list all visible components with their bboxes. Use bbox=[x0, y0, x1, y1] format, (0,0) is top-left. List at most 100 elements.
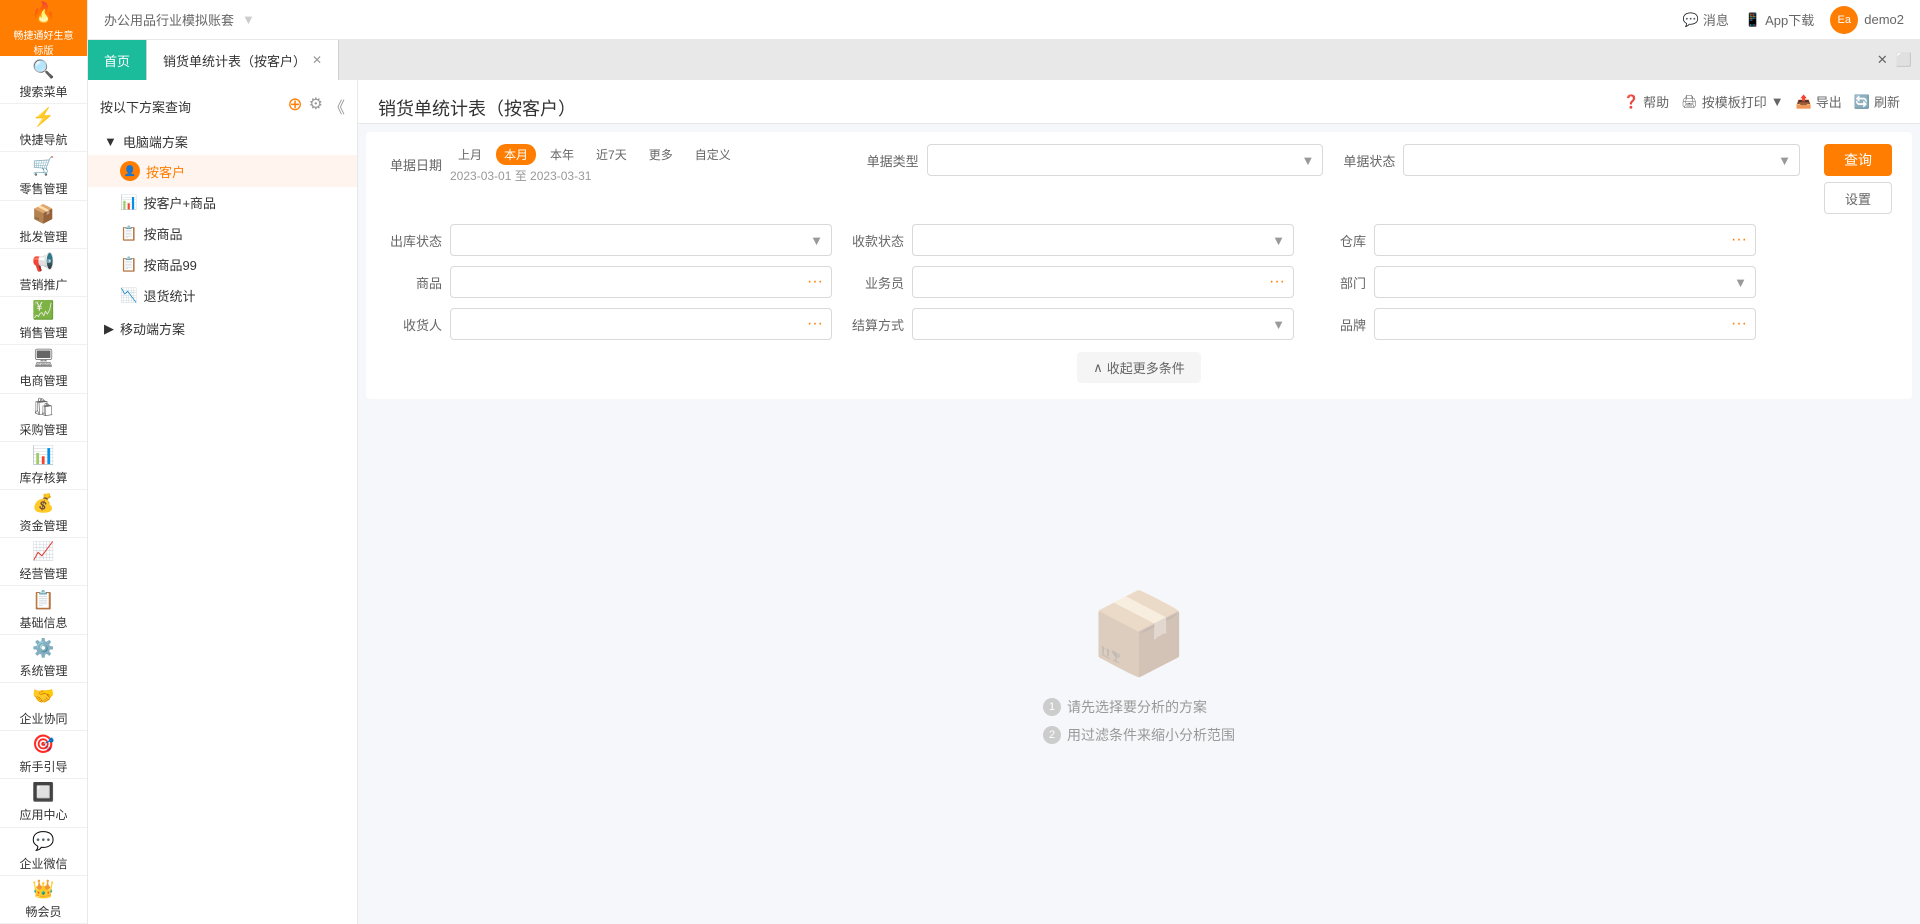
finance-icon: 💰 bbox=[32, 493, 54, 514]
scheme-item-by-product-99[interactable]: 📋 按商品99 bbox=[88, 249, 357, 280]
warehouse-label: 仓库 bbox=[1310, 231, 1366, 250]
basic-icon: 📋 bbox=[32, 590, 54, 611]
user-area[interactable]: Ea demo2 bbox=[1830, 6, 1904, 34]
sidebar-item-operation[interactable]: 📈 经营管理 bbox=[0, 538, 88, 586]
print-button[interactable]: 🖨 按模板打印 ▼ bbox=[1681, 92, 1783, 111]
tab-report[interactable]: 销货单统计表（按客户） ✕ bbox=[147, 40, 339, 80]
settlement-label: 结算方式 bbox=[848, 315, 904, 334]
collapse-button[interactable]: ∧ 收起更多条件 bbox=[1077, 352, 1201, 383]
message-icon: 💬 bbox=[1683, 12, 1699, 28]
sidebar-item-basic[interactable]: 📋 基础信息 bbox=[0, 586, 88, 634]
collapse-panel-icon[interactable]: 《 bbox=[329, 94, 345, 118]
empty-hints: 1 请先选择要分析的方案 2 用过滤条件来缩小分析范围 bbox=[1043, 697, 1235, 745]
sidebar-item-search[interactable]: 🔍 搜索菜单 bbox=[0, 56, 88, 104]
chevron-down-icon: ▼ bbox=[104, 134, 117, 149]
order-status-select[interactable]: ▼ bbox=[1403, 144, 1800, 176]
refresh-button[interactable]: 🔄 刷新 bbox=[1854, 92, 1900, 111]
out-status-select[interactable]: ▼ bbox=[450, 224, 832, 256]
logo[interactable]: 🔥 畅捷通好生意 标版 bbox=[0, 0, 88, 56]
warehouse-dots-icon[interactable]: ··· bbox=[1731, 231, 1747, 249]
add-scheme-icon[interactable]: ⊕ bbox=[288, 94, 303, 118]
sidebar-item-label: 基础信息 bbox=[19, 614, 67, 631]
left-panel: 按以下方案查询 ⊕ ⚙ 《 ▼ 电脑端方案 👤 按客户 bbox=[88, 80, 358, 924]
date-btn-custom[interactable]: 自定义 bbox=[687, 144, 739, 165]
maximize-window-icon[interactable]: ⬜ bbox=[1896, 52, 1912, 68]
mobile-group-toggle[interactable]: ▶ 移动端方案 bbox=[88, 315, 357, 342]
desktop-scheme-group: ▼ 电脑端方案 👤 按客户 📊 按客户+商品 📋 按商品 bbox=[88, 128, 357, 311]
sidebar-item-system[interactable]: ⚙️ 系统管理 bbox=[0, 635, 88, 683]
sidebar-item-label: 零售管理 bbox=[19, 180, 67, 197]
tab-close-icon[interactable]: ✕ bbox=[312, 53, 322, 67]
sidebar-item-label: 企业协同 bbox=[19, 710, 67, 727]
warehouse-select[interactable]: ··· bbox=[1374, 224, 1756, 256]
sidebar-item-label: 批发管理 bbox=[19, 228, 67, 245]
help-label: 帮助 bbox=[1643, 92, 1669, 111]
chevron-right-icon: ▶ bbox=[104, 321, 114, 337]
date-btn-more[interactable]: 更多 bbox=[641, 144, 681, 165]
receiver-select[interactable]: ··· bbox=[450, 308, 832, 340]
settlement-dropdown-icon: ▼ bbox=[1272, 317, 1285, 332]
sidebar-item-retail[interactable]: 🛒 零售管理 bbox=[0, 152, 88, 200]
product-select[interactable]: ··· bbox=[450, 266, 832, 298]
payment-status-select[interactable]: ▼ bbox=[912, 224, 1294, 256]
sidebar-item-wechat[interactable]: 💬 企业微信 bbox=[0, 828, 88, 876]
brand-dots-icon[interactable]: ··· bbox=[1731, 315, 1747, 333]
department-label: 部门 bbox=[1310, 273, 1366, 292]
close-window-icon[interactable]: ✕ bbox=[1877, 52, 1888, 68]
print-dropdown-icon: ▼ bbox=[1771, 94, 1784, 109]
sidebar-item-wholesale[interactable]: 📦 批发管理 bbox=[0, 201, 88, 249]
help-button[interactable]: ❓ 帮助 bbox=[1623, 92, 1669, 111]
quicknav-icon: ⚡ bbox=[32, 107, 54, 128]
app-download-icon: 📱 bbox=[1745, 12, 1761, 28]
export-button[interactable]: 📤 导出 bbox=[1796, 92, 1842, 111]
filter-area: 单据日期 上月 本月 本年 近7天 更多 自定义 2023-03-01 至 20… bbox=[366, 132, 1912, 399]
receiver-dots-icon[interactable]: ··· bbox=[807, 315, 823, 333]
department-select[interactable]: ▼ bbox=[1374, 266, 1756, 298]
hint-num-1: 1 bbox=[1043, 698, 1061, 716]
date-btn-last-7days[interactable]: 近7天 bbox=[588, 144, 635, 165]
brand-select[interactable]: ··· bbox=[1374, 308, 1756, 340]
setting-button[interactable]: 设置 bbox=[1824, 182, 1892, 214]
message-button[interactable]: 💬 消息 bbox=[1683, 10, 1729, 29]
app-download-button[interactable]: 📱 App下载 bbox=[1745, 10, 1814, 29]
tab-home[interactable]: 首页 bbox=[88, 40, 147, 80]
date-btn-last-month[interactable]: 上月 bbox=[450, 144, 490, 165]
settings-scheme-icon[interactable]: ⚙ bbox=[309, 94, 323, 118]
scheme-item-by-customer[interactable]: 👤 按客户 bbox=[88, 155, 357, 187]
sidebar-item-finance[interactable]: 💰 资金管理 bbox=[0, 490, 88, 538]
staff-select[interactable]: ··· bbox=[912, 266, 1294, 298]
product-dots-icon[interactable]: ··· bbox=[807, 273, 823, 291]
print-icon: 🖨 bbox=[1681, 94, 1698, 110]
sidebar-item-inventory[interactable]: 📊 库存核算 bbox=[0, 442, 88, 490]
scheme-item-return-stats[interactable]: 📉 退货统计 bbox=[88, 280, 357, 311]
message-label: 消息 bbox=[1703, 10, 1729, 29]
sidebar-item-purchase[interactable]: 🛍 采购管理 bbox=[0, 394, 88, 442]
date-btn-this-year[interactable]: 本年 bbox=[542, 144, 582, 165]
settlement-select[interactable]: ▼ bbox=[912, 308, 1294, 340]
sidebar-item-quicknav[interactable]: ⚡ 快捷导航 bbox=[0, 104, 88, 152]
refresh-label: 刷新 bbox=[1874, 92, 1900, 111]
sidebar-item-label: 库存核算 bbox=[19, 469, 67, 486]
report-tab-label: 销货单统计表（按客户） bbox=[163, 51, 306, 70]
staff-dots-icon[interactable]: ··· bbox=[1269, 273, 1285, 291]
scheme-item-label: 按客户 bbox=[146, 162, 185, 181]
inventory-icon: 📊 bbox=[32, 445, 54, 466]
order-type-select[interactable]: ▼ bbox=[927, 144, 1324, 176]
date-btn-this-month[interactable]: 本月 bbox=[496, 144, 536, 165]
scheme-item-by-product[interactable]: 📋 按商品 bbox=[88, 218, 357, 249]
sidebar-item-sales[interactable]: 💹 销售管理 bbox=[0, 297, 88, 345]
desktop-group-toggle[interactable]: ▼ 电脑端方案 bbox=[88, 128, 357, 155]
order-type-label: 单据类型 bbox=[863, 151, 919, 170]
sidebar-item-marketing[interactable]: 📢 营销推广 bbox=[0, 249, 88, 297]
sidebar-item-label: 经营管理 bbox=[19, 565, 67, 582]
sidebar-item-cooperation[interactable]: 🤝 企业协同 bbox=[0, 683, 88, 731]
sidebar-item-label: 销售管理 bbox=[19, 324, 67, 341]
sidebar-item-appcenter[interactable]: 🔲 应用中心 bbox=[0, 779, 88, 827]
sidebar-item-member[interactable]: 👑 畅会员 bbox=[0, 876, 88, 924]
help-icon: ❓ bbox=[1623, 94, 1639, 110]
date-range: 2023-03-01 至 2023-03-31 bbox=[450, 167, 847, 184]
sidebar-item-newbie[interactable]: 🎯 新手引导 bbox=[0, 731, 88, 779]
sidebar-item-ecommerce[interactable]: 🖥 电商管理 bbox=[0, 345, 88, 393]
scheme-item-by-customer-product[interactable]: 📊 按客户+商品 bbox=[88, 187, 357, 218]
query-button[interactable]: 查询 bbox=[1824, 144, 1892, 176]
